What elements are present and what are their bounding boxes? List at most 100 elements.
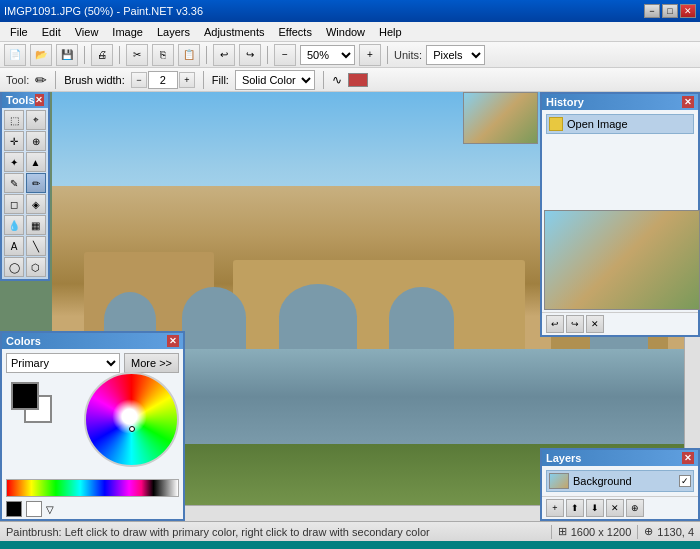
layer-down-btn[interactable]: ⬇: [586, 499, 604, 517]
minimize-button[interactable]: −: [644, 4, 660, 18]
brush-increase[interactable]: +: [179, 72, 195, 88]
colors-header: Primary Secondary More >>: [2, 349, 183, 377]
white-swatch[interactable]: [26, 501, 42, 517]
color-strip[interactable]: [6, 479, 179, 497]
dimensions-value: 1600 x 1200: [571, 526, 632, 538]
layer-visibility-check[interactable]: ✓: [679, 475, 691, 487]
history-redo-btn[interactable]: ↪: [566, 315, 584, 333]
history-panel-close[interactable]: ✕: [682, 96, 694, 108]
history-item-label: Open Image: [567, 118, 628, 130]
menu-adjustments[interactable]: Adjustments: [198, 24, 271, 40]
history-panel: History ✕ Open Image ↩ ↪ ✕: [540, 92, 700, 337]
primary-color-swatch[interactable]: [11, 382, 39, 410]
new-button[interactable]: 📄: [4, 44, 26, 66]
zoom-in-button[interactable]: +: [359, 44, 381, 66]
history-clear-btn[interactable]: ✕: [586, 315, 604, 333]
open-button[interactable]: 📂: [30, 44, 52, 66]
status-coordinates: ⊕ 1130, 4: [644, 525, 694, 538]
cut-button[interactable]: ✂: [126, 44, 148, 66]
tool-clone[interactable]: ◈: [26, 194, 46, 214]
brush-width-input[interactable]: [148, 71, 178, 89]
layer-check-icon: ✓: [679, 475, 691, 487]
print-button[interactable]: 🖨: [91, 44, 113, 66]
save-button[interactable]: 💾: [56, 44, 78, 66]
brush-width-label: Brush width:: [64, 74, 125, 86]
copy-button[interactable]: ⎘: [152, 44, 174, 66]
coords-icon: ⊕: [644, 525, 653, 538]
colors-more-button[interactable]: More >>: [124, 353, 179, 373]
layer-item[interactable]: Background ✓: [546, 470, 694, 492]
close-button[interactable]: ✕: [680, 4, 696, 18]
layers-panel: Layers ✕ Background ✓ + ⬆ ⬇ ✕ ⊕: [540, 448, 700, 521]
history-toolbar: ↩ ↪ ✕: [542, 312, 698, 335]
fill-label: Fill:: [212, 74, 229, 86]
color-mode-dropdown[interactable]: Primary Secondary: [6, 353, 120, 373]
tool-label: Tool:: [6, 74, 29, 86]
title-bar: IMGP1091.JPG (50%) - Paint.NET v3.36 − □…: [0, 0, 700, 22]
zoom-out-button[interactable]: −: [274, 44, 296, 66]
menu-image[interactable]: Image: [106, 24, 149, 40]
menu-help[interactable]: Help: [373, 24, 408, 40]
layer-up-btn[interactable]: ⬆: [566, 499, 584, 517]
menu-edit[interactable]: Edit: [36, 24, 67, 40]
options-sep-2: [203, 71, 204, 89]
fill-dropdown[interactable]: Solid Color Gradient: [235, 70, 315, 90]
tool-magic-wand[interactable]: ✦: [4, 152, 24, 172]
undo-button[interactable]: ↩: [213, 44, 235, 66]
menu-window[interactable]: Window: [320, 24, 371, 40]
paste-button[interactable]: 📋: [178, 44, 200, 66]
tool-eraser[interactable]: ◻: [4, 194, 24, 214]
history-item-icon: [549, 117, 563, 131]
toolbar-sep-5: [387, 46, 388, 64]
bridge-center: [233, 260, 525, 350]
active-tool-icon: ✏: [35, 72, 47, 88]
black-swatch[interactable]: [6, 501, 22, 517]
tool-lasso[interactable]: ⌖: [26, 110, 46, 130]
tool-freeform[interactable]: ⬡: [26, 257, 46, 277]
status-dimensions: ⊞ 1600 x 1200: [558, 525, 632, 538]
colors-panel-close[interactable]: ✕: [167, 335, 179, 347]
tools-panel: Tools ✕ ⬚ ⌖ ✛ ⊕ ✦ ▲ ✎ ✏ ◻ ◈ 💧 ▦ A ╲ ◯ ⬡: [0, 92, 50, 281]
history-undo-btn[interactable]: ↩: [546, 315, 564, 333]
units-dropdown[interactable]: Pixels Inches: [426, 45, 485, 65]
menu-bar: File Edit View Image Layers Adjustments …: [0, 22, 700, 42]
menu-view[interactable]: View: [69, 24, 105, 40]
tool-text[interactable]: A: [4, 236, 24, 256]
redo-button[interactable]: ↪: [239, 44, 261, 66]
tool-pencil[interactable]: ✎: [4, 173, 24, 193]
layers-toolbar: + ⬆ ⬇ ✕ ⊕: [542, 496, 698, 519]
layers-panel-close[interactable]: ✕: [682, 452, 694, 464]
tool-rect-select[interactable]: ⬚: [4, 110, 24, 130]
menu-effects[interactable]: Effects: [273, 24, 318, 40]
size-icon: ⊞: [558, 525, 567, 538]
color-wheel[interactable]: [84, 372, 179, 467]
layer-delete-btn[interactable]: ✕: [606, 499, 624, 517]
layer-name: Background: [573, 475, 632, 487]
layer-props-btn[interactable]: ⊕: [626, 499, 644, 517]
toolbar-sep-2: [119, 46, 120, 64]
tool-zoom[interactable]: ⊕: [26, 131, 46, 151]
history-title-label: History: [546, 96, 584, 108]
arch-3: [279, 284, 357, 349]
tool-gradient[interactable]: ▦: [26, 215, 46, 235]
tool-paintbrush[interactable]: ✏: [26, 173, 46, 193]
color-wheel-dot: [129, 426, 135, 432]
tool-line[interactable]: ╲: [26, 236, 46, 256]
layers-title-label: Layers: [546, 452, 581, 464]
layer-add-btn[interactable]: +: [546, 499, 564, 517]
tool-move[interactable]: ✛: [4, 131, 24, 151]
window-title: IMGP1091.JPG (50%) - Paint.NET v3.36: [4, 5, 203, 17]
tool-shapes[interactable]: ◯: [4, 257, 24, 277]
maximize-button[interactable]: □: [662, 4, 678, 18]
history-item[interactable]: Open Image: [546, 114, 694, 134]
colors-panel-title: Colors ✕: [2, 333, 183, 349]
options-sep-1: [55, 71, 56, 89]
menu-file[interactable]: File: [4, 24, 34, 40]
brush-decrease[interactable]: −: [131, 72, 147, 88]
menu-layers[interactable]: Layers: [151, 24, 196, 40]
tool-color-picker[interactable]: 💧: [4, 215, 24, 235]
tool-options-bar: Tool: ✏ Brush width: − + Fill: Solid Col…: [0, 68, 700, 92]
zoom-dropdown[interactable]: 50% 100% 200%: [300, 45, 355, 65]
tools-panel-close[interactable]: ✕: [35, 94, 44, 106]
tool-paint-bucket[interactable]: ▲: [26, 152, 46, 172]
